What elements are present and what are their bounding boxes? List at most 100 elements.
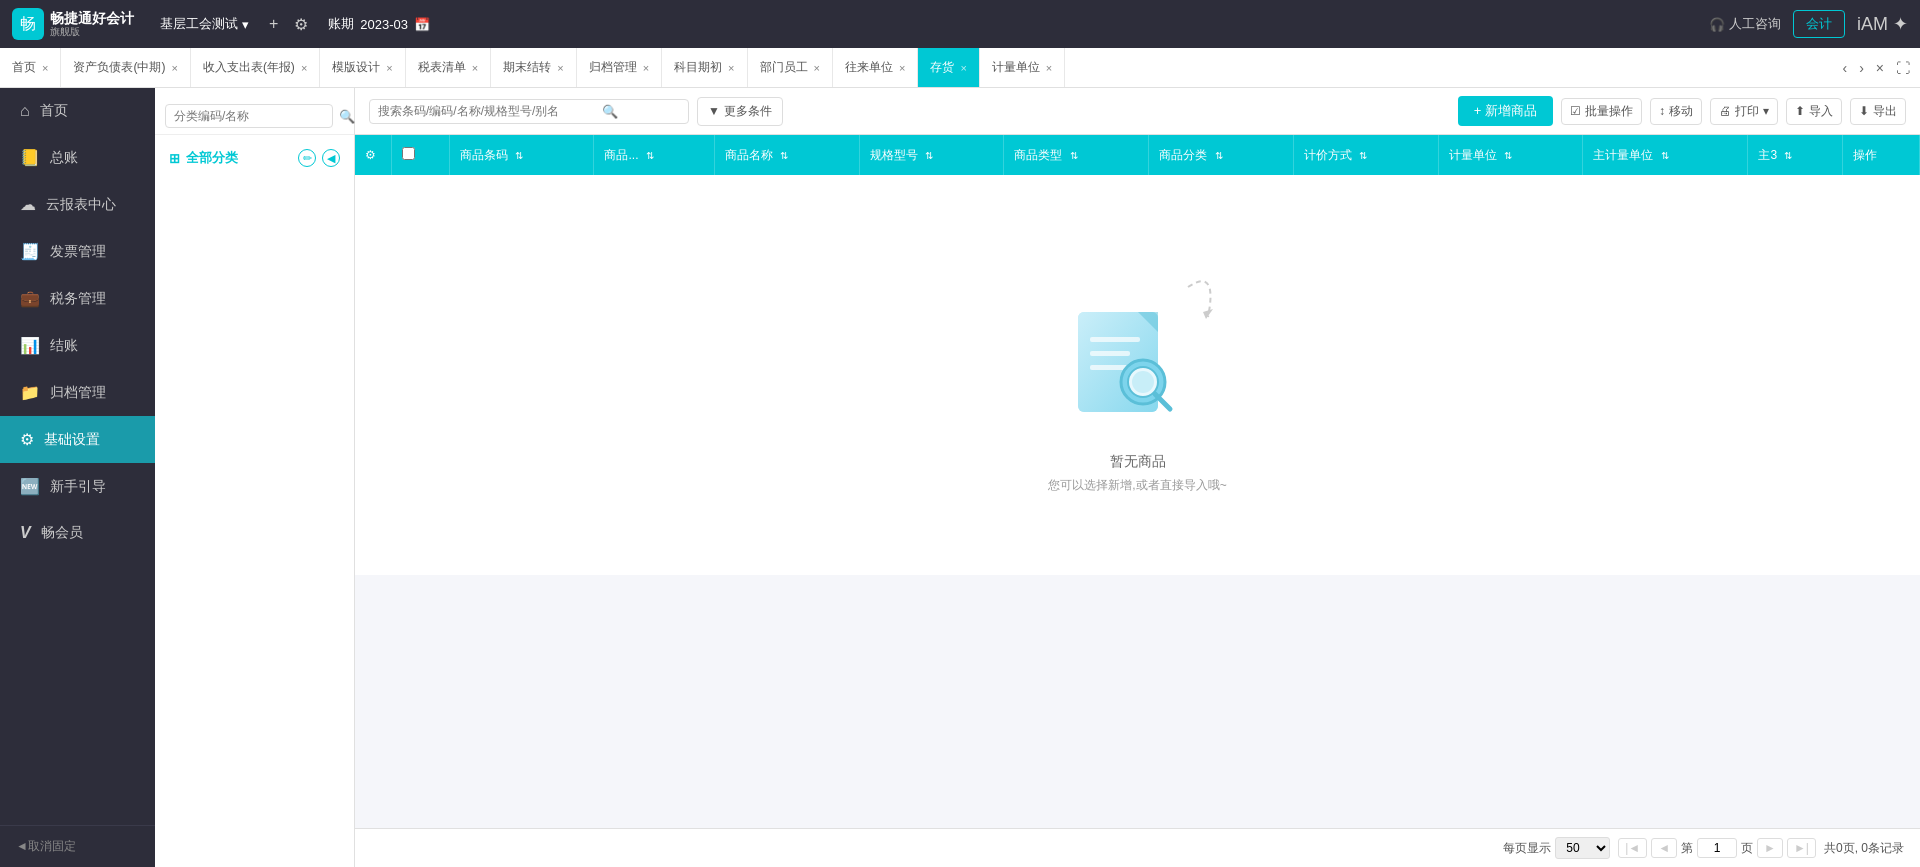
tab-contacts-close[interactable]: × xyxy=(899,62,905,74)
sidebar-item-ledger[interactable]: 📒 总账 xyxy=(0,134,155,181)
sidebar-item-archive[interactable]: 📁 归档管理 xyxy=(0,369,155,416)
calendar-icon[interactable]: 📅 xyxy=(414,17,430,32)
export-label: 导出 xyxy=(1873,103,1897,120)
col-action: 操作 xyxy=(1842,135,1919,175)
home-icon: ⌂ xyxy=(20,102,30,120)
add-product-button[interactable]: + 新增商品 xyxy=(1458,96,1553,126)
tab-archive[interactable]: 归档管理 × xyxy=(577,48,662,88)
sidebar-item-guide[interactable]: 🆕 新手引导 xyxy=(0,463,155,510)
tab-subject[interactable]: 科目期初 × xyxy=(662,48,747,88)
collapse-panel-button[interactable]: ◀ xyxy=(322,149,340,167)
company-selector[interactable]: 基层工会测试 ▾ xyxy=(160,15,249,33)
period-label: 账期 xyxy=(328,15,354,33)
unpin-label: ◄取消固定 xyxy=(16,838,76,855)
tab-contacts[interactable]: 往来单位 × xyxy=(833,48,918,88)
category-search-input[interactable] xyxy=(165,104,333,128)
tab-inventory[interactable]: 存货 × xyxy=(918,48,979,88)
col-settings[interactable]: ⚙ xyxy=(355,135,391,175)
tab-unit[interactable]: 计量单位 × xyxy=(980,48,1065,88)
col-pricing[interactable]: 计价方式 ⇅ xyxy=(1293,135,1438,175)
tab-inventory-label: 存货 xyxy=(930,59,954,76)
tab-prev-button[interactable]: ‹ xyxy=(1838,58,1851,78)
tab-template-close[interactable]: × xyxy=(386,62,392,74)
guide-icon: 🆕 xyxy=(20,477,40,496)
ledger-icon: 📒 xyxy=(20,148,40,167)
tab-home[interactable]: 首页 × xyxy=(0,48,61,88)
service-button[interactable]: 🎧 人工咨询 xyxy=(1709,15,1781,33)
category-search-icon[interactable]: 🔍 xyxy=(339,109,355,124)
tab-income-close[interactable]: × xyxy=(301,62,307,74)
page-prev-button[interactable]: ◄ xyxy=(1651,838,1677,858)
tab-inventory-close[interactable]: × xyxy=(960,62,966,74)
sidebar-item-home[interactable]: ⌂ 首页 xyxy=(0,88,155,134)
tab-archive-close[interactable]: × xyxy=(643,62,649,74)
add-tab-button[interactable]: + xyxy=(265,11,282,37)
col-mainunit[interactable]: 主计量单位 ⇅ xyxy=(1583,135,1748,175)
tab-income[interactable]: 收入支出表(年报) × xyxy=(191,48,320,88)
account-button[interactable]: 会计 xyxy=(1793,10,1845,38)
page-size-select[interactable]: 20 50 100 xyxy=(1555,837,1610,859)
page-last-button[interactable]: ►| xyxy=(1787,838,1816,858)
col-name[interactable]: 商品名称 ⇅ xyxy=(715,135,860,175)
filter-icon: ▼ xyxy=(708,104,720,118)
col-checkbox[interactable] xyxy=(391,135,449,175)
tab-dept[interactable]: 部门员工 × xyxy=(748,48,833,88)
col-code[interactable]: 商品... ⇅ xyxy=(594,135,715,175)
tab-home-close[interactable]: × xyxy=(42,62,48,74)
tab-expand-button[interactable]: ⛶ xyxy=(1892,58,1914,78)
export-action-button[interactable]: ⬇ 导出 xyxy=(1850,98,1906,125)
settings-button[interactable]: ⚙ xyxy=(290,11,312,38)
tab-next-button[interactable]: › xyxy=(1855,58,1868,78)
tab-dept-close[interactable]: × xyxy=(814,62,820,74)
batch-action-button[interactable]: ☑ 批量操作 xyxy=(1561,98,1642,125)
col-unit[interactable]: 计量单位 ⇅ xyxy=(1438,135,1583,175)
sidebar-item-settings[interactable]: ⚙ 基础设置 xyxy=(0,416,155,463)
edit-category-button[interactable]: ✏ xyxy=(298,149,316,167)
tab-period[interactable]: 期末结转 × xyxy=(491,48,576,88)
tab-close-all-button[interactable]: × xyxy=(1872,58,1888,78)
page-number-input[interactable] xyxy=(1697,838,1737,858)
page-suffix: 页 xyxy=(1741,840,1753,857)
table-scroll-area[interactable]: ⚙ 商品条码 ⇅ 商品... ⇅ 商品名称 ⇅ 规格型号 ⇅ 商品类型 ⇅ 商品… xyxy=(355,135,1920,828)
app-title: 畅捷通好会计 xyxy=(50,10,134,27)
tab-unit-close[interactable]: × xyxy=(1046,62,1052,74)
tax-icon: 💼 xyxy=(20,289,40,308)
col-extra[interactable]: 主3 ⇅ xyxy=(1748,135,1842,175)
tab-balance-close[interactable]: × xyxy=(171,62,177,74)
tab-template[interactable]: 模版设计 × xyxy=(320,48,405,88)
tab-subject-close[interactable]: × xyxy=(728,62,734,74)
col-barcode[interactable]: 商品条码 ⇅ xyxy=(449,135,594,175)
tab-taxlist[interactable]: 税表清单 × xyxy=(406,48,491,88)
product-search-icon[interactable]: 🔍 xyxy=(602,104,618,119)
product-table: ⚙ 商品条码 ⇅ 商品... ⇅ 商品名称 ⇅ 规格型号 ⇅ 商品类型 ⇅ 商品… xyxy=(355,135,1920,175)
page-first-button[interactable]: |◄ xyxy=(1618,838,1647,858)
page-next-button[interactable]: ► xyxy=(1757,838,1783,858)
settings-icon: ⚙ xyxy=(20,430,34,449)
print-dropdown-icon: ▾ xyxy=(1763,104,1769,118)
tab-balance[interactable]: 资产负债表(中期) × xyxy=(61,48,190,88)
tab-period-close[interactable]: × xyxy=(557,62,563,74)
col-category[interactable]: 商品分类 ⇅ xyxy=(1149,135,1294,175)
sidebar-item-settle[interactable]: 📊 结账 xyxy=(0,322,155,369)
filter-button[interactable]: ▼ 更多条件 xyxy=(697,97,783,126)
product-search-input[interactable] xyxy=(378,104,598,118)
col-type[interactable]: 商品类型 ⇅ xyxy=(1004,135,1149,175)
import-action-button[interactable]: ⬆ 导入 xyxy=(1786,98,1842,125)
tab-taxlist-close[interactable]: × xyxy=(472,62,478,74)
select-all-checkbox[interactable] xyxy=(402,147,415,160)
iamstar-label[interactable]: iAM ✦ xyxy=(1857,13,1908,35)
sidebar-item-tax[interactable]: 💼 税务管理 xyxy=(0,275,155,322)
move-action-button[interactable]: ↕ 移动 xyxy=(1650,98,1702,125)
tab-subject-label: 科目期初 xyxy=(674,59,722,76)
company-dropdown-icon: ▾ xyxy=(242,17,249,32)
col-spec[interactable]: 规格型号 ⇅ xyxy=(859,135,1004,175)
logo-text: 畅捷通好会计 旗舰版 xyxy=(50,10,134,39)
category-item-all[interactable]: ⊞ 全部分类 ✏ ◀ xyxy=(155,141,354,175)
sidebar-item-member[interactable]: V 畅会员 xyxy=(0,510,155,556)
print-action-button[interactable]: 🖨 打印 ▾ xyxy=(1710,98,1778,125)
sidebar-item-guide-label: 新手引导 xyxy=(50,478,106,496)
sidebar-item-archive-label: 归档管理 xyxy=(50,384,106,402)
sidebar-item-report[interactable]: ☁ 云报表中心 xyxy=(0,181,155,228)
sidebar-item-invoice[interactable]: 🧾 发票管理 xyxy=(0,228,155,275)
unpin-button[interactable]: ◄取消固定 xyxy=(0,825,155,867)
